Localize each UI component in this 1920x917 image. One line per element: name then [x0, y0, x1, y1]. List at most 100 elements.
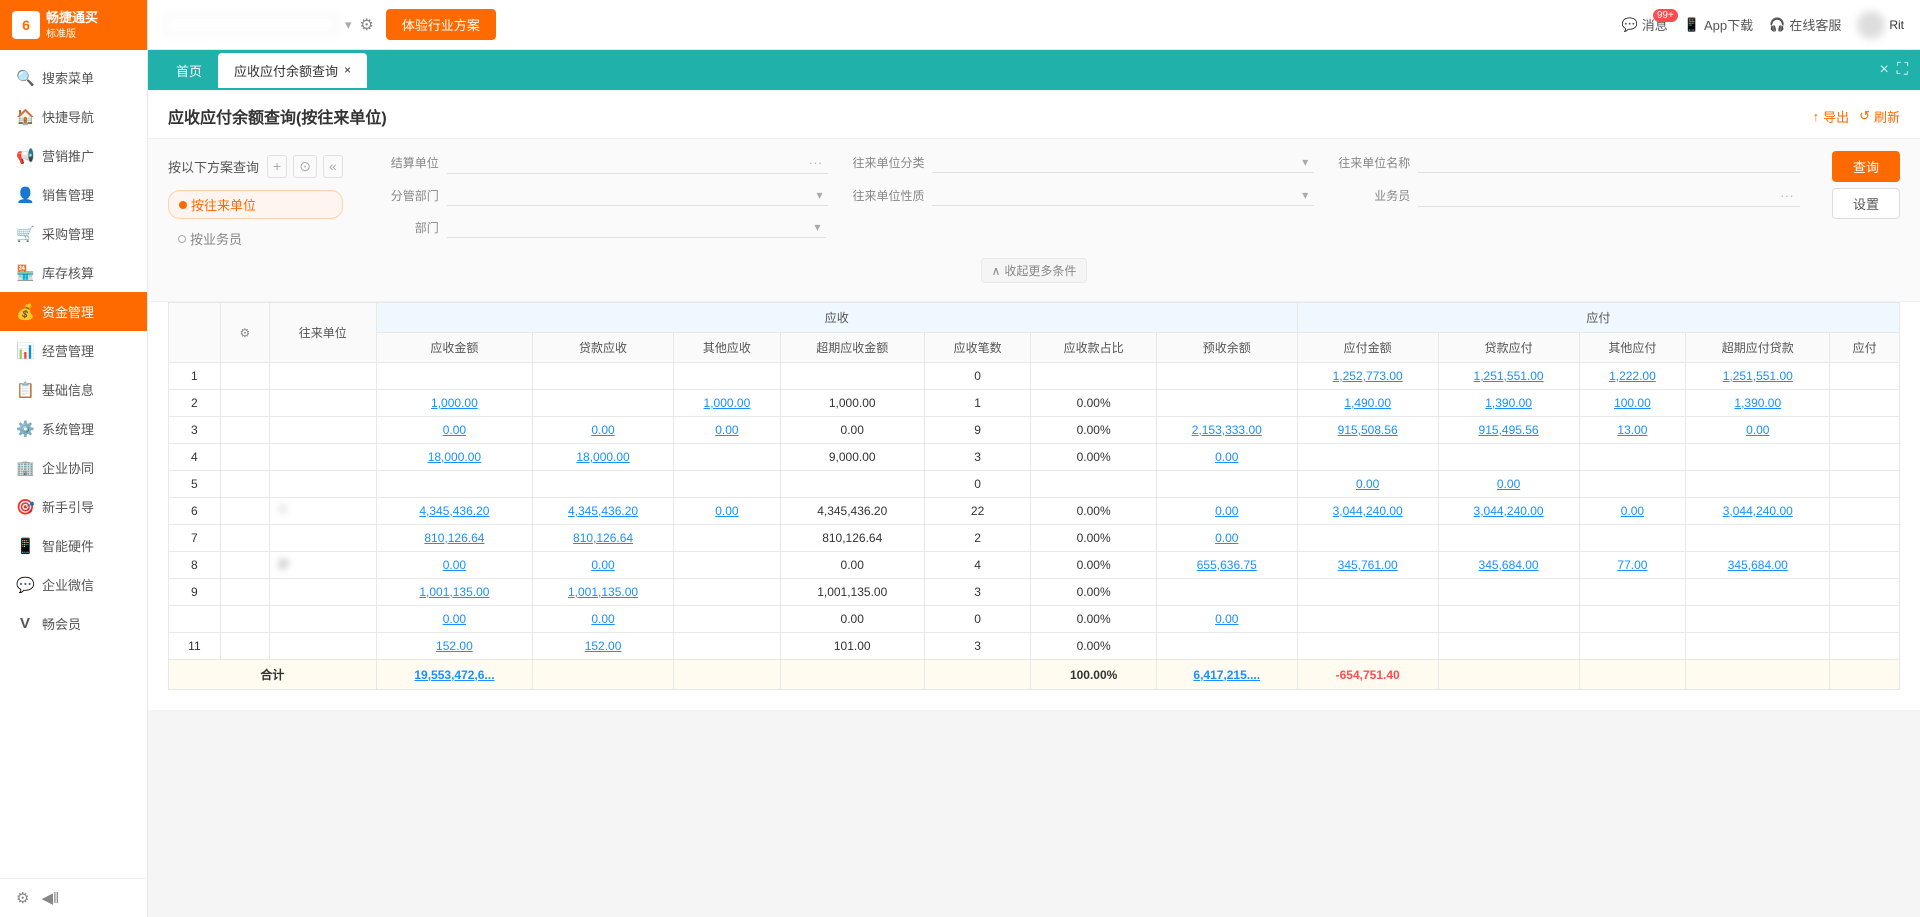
col-settings[interactable]: ⚙	[220, 303, 269, 363]
table-cell: ^	[269, 498, 376, 525]
filter-settings-icon[interactable]: ⊙	[293, 155, 317, 178]
department-select[interactable]: ▾	[447, 217, 827, 238]
partner-type-select[interactable]: ▾	[932, 152, 1314, 173]
table-cell[interactable]: 345,761.00	[1297, 552, 1438, 579]
table-cell[interactable]: 0.00	[376, 417, 532, 444]
table-cell[interactable]: 345,684.00	[1686, 552, 1830, 579]
tab-ar-balance[interactable]: 应收应付余额查询 ×	[218, 53, 367, 88]
table-cell[interactable]: 1,251,551.00	[1686, 363, 1830, 390]
query-button[interactable]: 查询	[1832, 151, 1900, 182]
message-button[interactable]: 💬 消息 99+	[1622, 15, 1668, 34]
table-cell[interactable]: 0.00	[1438, 471, 1579, 498]
sidebar-item-hardware[interactable]: 📱 智能硬件	[0, 526, 147, 565]
export-button[interactable]: ↑ 导出	[1813, 107, 1850, 126]
table-cell[interactable]: 1,252,773.00	[1297, 363, 1438, 390]
table-cell[interactable]: 2,153,333.00	[1156, 417, 1297, 444]
table-cell[interactable]: 0.00	[674, 498, 781, 525]
table-cell[interactable]: 0.00	[1156, 606, 1297, 633]
user-area[interactable]: Rit	[1857, 11, 1904, 39]
table-cell[interactable]: 18,000.00	[533, 444, 674, 471]
table-cell[interactable]: 0.00	[376, 606, 532, 633]
table-cell[interactable]: 0.00	[376, 552, 532, 579]
table-cell[interactable]: 0.00	[1579, 498, 1686, 525]
close-window-button[interactable]: ×	[1879, 61, 1888, 79]
sidebar-item-wechat[interactable]: 💬 企业微信	[0, 565, 147, 604]
collapse-sidebar-icon[interactable]: ◀‖	[41, 889, 59, 907]
table-cell[interactable]: 77.00	[1579, 552, 1686, 579]
filter-settings-button[interactable]: 设置	[1832, 188, 1900, 219]
sidebar-item-corp[interactable]: 🏢 企业协同	[0, 448, 147, 487]
breadcrumb-input[interactable]	[164, 15, 337, 35]
sidebar-item-guide[interactable]: 🎯 新手引导	[0, 487, 147, 526]
breadcrumb-chevron-icon[interactable]: ▾	[345, 17, 352, 33]
sidebar-item-basic[interactable]: 📋 基础信息	[0, 370, 147, 409]
table-cell[interactable]: 13.00	[1579, 417, 1686, 444]
total-ar-prepaid[interactable]: 6,417,215....	[1156, 660, 1297, 690]
sidebar-item-search[interactable]: 🔍 搜索菜单	[0, 58, 147, 97]
app-download-button[interactable]: 📱 App下载	[1684, 15, 1753, 34]
sidebar-item-sales[interactable]: 👤 销售管理	[0, 175, 147, 214]
sidebar-item-purchase[interactable]: 🛒 采购管理	[0, 214, 147, 253]
table-cell[interactable]: 1,000.00	[376, 390, 532, 417]
filter-option-partner[interactable]: 按往来单位	[168, 190, 343, 219]
sidebar-item-operation[interactable]: 📊 经营管理	[0, 331, 147, 370]
table-cell[interactable]: 3,044,240.00	[1438, 498, 1579, 525]
table-cell[interactable]: 1,390.00	[1686, 390, 1830, 417]
table-cell[interactable]: 0.00	[1686, 417, 1830, 444]
settlement-input[interactable]: ···	[447, 151, 829, 174]
table-cell[interactable]: 18,000.00	[376, 444, 532, 471]
table-cell[interactable]: 152.00	[376, 633, 532, 660]
table-cell[interactable]: 4,345,436.20	[376, 498, 532, 525]
table-cell[interactable]: 0.00	[1297, 471, 1438, 498]
table-cell[interactable]: 100.00	[1579, 390, 1686, 417]
tab-home[interactable]: 首页	[160, 53, 218, 88]
table-cell[interactable]: 0.00	[674, 417, 781, 444]
table-cell[interactable]: 1,222.00	[1579, 363, 1686, 390]
sidebar-item-marketing[interactable]: 📢 营销推广	[0, 136, 147, 175]
table-cell[interactable]: 810,126.64	[533, 525, 674, 552]
table-cell[interactable]: 1,490.00	[1297, 390, 1438, 417]
table-cell[interactable]: 0.00	[533, 417, 674, 444]
table-cell[interactable]: 810,126.64	[376, 525, 532, 552]
table-cell[interactable]: 4,345,436.20	[533, 498, 674, 525]
filter-collapse-icon[interactable]: «	[323, 155, 343, 178]
salesperson-input[interactable]: ···	[1418, 184, 1800, 207]
add-filter-icon[interactable]: +	[267, 155, 287, 178]
table-cell[interactable]: 1,251,551.00	[1438, 363, 1579, 390]
table-cell[interactable]: 1,000.00	[674, 390, 781, 417]
refresh-button[interactable]: ↺ 刷新	[1859, 107, 1900, 126]
table-cell[interactable]: 1,001,135.00	[376, 579, 532, 606]
promo-button[interactable]: 体验行业方案	[386, 9, 496, 40]
nature-select[interactable]: ▾	[932, 185, 1314, 206]
table-cell[interactable]: 1,001,135.00	[533, 579, 674, 606]
sidebar-item-system[interactable]: ⚙️ 系统管理	[0, 409, 147, 448]
filter-option-salesperson[interactable]: 按业务员	[168, 225, 343, 252]
table-cell[interactable]: 0.00	[1156, 444, 1297, 471]
table-cell[interactable]: 3,044,240.00	[1297, 498, 1438, 525]
table-cell[interactable]: 655,636.75	[1156, 552, 1297, 579]
table-cell[interactable]: 915,508.56	[1297, 417, 1438, 444]
sidebar-item-member[interactable]: V 畅会员	[0, 604, 147, 643]
table-cell[interactable]: 915,495.56	[1438, 417, 1579, 444]
total-ap-other	[1579, 660, 1686, 690]
table-cell[interactable]: 0.00	[533, 552, 674, 579]
total-ar-amount[interactable]: 19,553,472,6...	[376, 660, 532, 690]
table-cell[interactable]: 3,044,240.00	[1686, 498, 1830, 525]
tab-close-icon[interactable]: ×	[344, 63, 351, 77]
table-cell[interactable]: 0.00	[1156, 498, 1297, 525]
settings-bottom-icon[interactable]: ⚙	[16, 889, 29, 907]
topbar-gear-icon[interactable]: ⚙	[360, 15, 374, 35]
collapse-button[interactable]: ∧ 收起更多条件	[981, 258, 1088, 283]
online-service-button[interactable]: 🎧 在线客服	[1769, 15, 1841, 34]
sidebar-item-inventory[interactable]: 🏪 库存核算	[0, 253, 147, 292]
dept-select[interactable]: ▾	[447, 185, 829, 206]
table-cell[interactable]: 0.00	[533, 606, 674, 633]
table-cell[interactable]: 152.00	[533, 633, 674, 660]
table-cell[interactable]: 345,684.00	[1438, 552, 1579, 579]
partner-name-input[interactable]	[1418, 152, 1800, 173]
sidebar-item-finance[interactable]: 💰 资金管理	[0, 292, 147, 331]
table-cell[interactable]: 1,390.00	[1438, 390, 1579, 417]
fullscreen-button[interactable]: ⛶	[1897, 61, 1908, 79]
table-cell[interactable]: 0.00	[1156, 525, 1297, 552]
sidebar-item-shortcut[interactable]: 🏠 快捷导航	[0, 97, 147, 136]
